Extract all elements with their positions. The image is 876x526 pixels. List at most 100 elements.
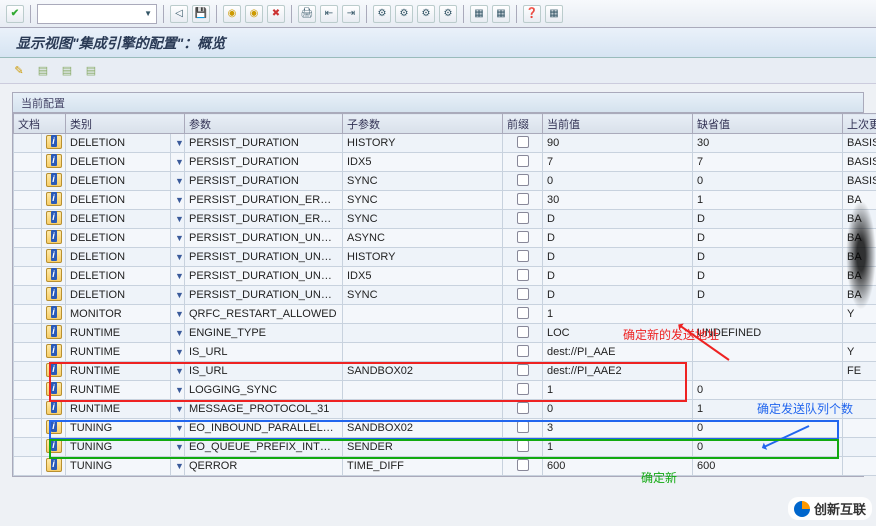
info-icon[interactable] bbox=[46, 420, 62, 434]
close-icon[interactable]: ✖ bbox=[267, 5, 285, 23]
sub-cell[interactable]: SANDBOX02 bbox=[343, 362, 503, 381]
doc-cell[interactable] bbox=[14, 229, 42, 248]
checkbox[interactable] bbox=[517, 231, 529, 243]
last-cell[interactable] bbox=[843, 381, 876, 400]
param-cell[interactable]: PERSIST_DURATION_UN… bbox=[185, 229, 343, 248]
doc-cell[interactable] bbox=[14, 210, 42, 229]
last-cell[interactable] bbox=[843, 457, 876, 476]
table-row[interactable]: TUNING▼EO_QUEUE_PREFIX_INT…SENDER10 bbox=[14, 438, 876, 457]
sub-cell[interactable]: HISTORY bbox=[343, 134, 503, 153]
col-sub[interactable]: 子参数 bbox=[343, 114, 503, 134]
doc-cell[interactable] bbox=[14, 153, 42, 172]
table-row[interactable]: RUNTIME▼MESSAGE_PROTOCOL_3101 bbox=[14, 400, 876, 419]
sub-cell[interactable]: SYNC bbox=[343, 172, 503, 191]
print-icon[interactable]: 🖨 bbox=[298, 5, 316, 23]
def-cell[interactable]: D bbox=[693, 267, 843, 286]
param-cell[interactable]: IS_URL bbox=[185, 362, 343, 381]
table-row[interactable]: DELETION▼PERSIST_DURATION_ER…SYNC301BA bbox=[14, 191, 876, 210]
cat-cell[interactable]: DELETION bbox=[66, 153, 171, 172]
cur-cell[interactable]: D bbox=[543, 248, 693, 267]
back-icon[interactable]: ◁ bbox=[170, 5, 188, 23]
info-cell[interactable] bbox=[42, 343, 66, 362]
table-row[interactable]: RUNTIME▼IS_URLSANDBOX02dest://PI_AAE2FE bbox=[14, 362, 876, 381]
layout-icon[interactable]: ▦ bbox=[470, 5, 488, 23]
def-cell[interactable]: 0 bbox=[693, 172, 843, 191]
pref-cell[interactable] bbox=[503, 381, 543, 400]
param-cell[interactable]: QRFC_RESTART_ALLOWED bbox=[185, 305, 343, 324]
cat-cell[interactable]: RUNTIME bbox=[66, 362, 171, 381]
cur-cell[interactable]: dest://PI_AAE bbox=[543, 343, 693, 362]
dropdown-cell[interactable]: ▼ bbox=[171, 267, 185, 286]
col-param[interactable]: 参数 bbox=[185, 114, 343, 134]
display-icon[interactable]: ▤ bbox=[34, 62, 52, 80]
table-row[interactable]: TUNING▼QERRORTIME_DIFF600600 bbox=[14, 457, 876, 476]
def-cell[interactable]: D bbox=[693, 229, 843, 248]
table-row[interactable]: DELETION▼PERSIST_DURATION_UN…ASYNCDDBA bbox=[14, 229, 876, 248]
chevron-down-icon[interactable]: ▼ bbox=[175, 328, 184, 338]
param-cell[interactable]: ENGINE_TYPE bbox=[185, 324, 343, 343]
info-icon[interactable] bbox=[46, 325, 62, 339]
sub-cell[interactable] bbox=[343, 381, 503, 400]
doc-cell[interactable] bbox=[14, 362, 42, 381]
table-row[interactable]: DELETION▼PERSIST_DURATION_UN…SYNCDDBA bbox=[14, 286, 876, 305]
table-row[interactable]: DELETION▼PERSIST_DURATIONHISTORY9030BASI… bbox=[14, 134, 876, 153]
edit-icon[interactable]: ✎ bbox=[10, 62, 28, 80]
sub-cell[interactable]: TIME_DIFF bbox=[343, 457, 503, 476]
info-icon[interactable] bbox=[46, 249, 62, 263]
cat-cell[interactable]: DELETION bbox=[66, 267, 171, 286]
doc-cell[interactable] bbox=[14, 267, 42, 286]
last-cell[interactable]: BASIS bbox=[843, 153, 876, 172]
info-cell[interactable] bbox=[42, 324, 66, 343]
table-row[interactable]: RUNTIME▼ENGINE_TYPELOCUNDEFINED bbox=[14, 324, 876, 343]
table-row[interactable]: DELETION▼PERSIST_DURATION_UN…IDX5DDBA bbox=[14, 267, 876, 286]
table-row[interactable]: RUNTIME▼IS_URLdest://PI_AAEY bbox=[14, 343, 876, 362]
sub-cell[interactable]: SYNC bbox=[343, 210, 503, 229]
checkbox[interactable] bbox=[517, 383, 529, 395]
exit-icon[interactable]: ◉ bbox=[223, 5, 241, 23]
checkbox[interactable] bbox=[517, 136, 529, 148]
dropdown-cell[interactable]: ▼ bbox=[171, 419, 185, 438]
cat-cell[interactable]: DELETION bbox=[66, 286, 171, 305]
cat-cell[interactable]: DELETION bbox=[66, 172, 171, 191]
doc-cell[interactable] bbox=[14, 324, 42, 343]
dropdown-cell[interactable]: ▼ bbox=[171, 362, 185, 381]
col-pref[interactable]: 前缀 bbox=[503, 114, 543, 134]
cur-cell[interactable]: 1 bbox=[543, 438, 693, 457]
copy-icon[interactable]: ▤ bbox=[58, 62, 76, 80]
dropdown-cell[interactable]: ▼ bbox=[171, 210, 185, 229]
dropdown-cell[interactable]: ▼ bbox=[171, 229, 185, 248]
pref-cell[interactable] bbox=[503, 191, 543, 210]
checkbox[interactable] bbox=[517, 250, 529, 262]
chevron-down-icon[interactable]: ▼ bbox=[175, 366, 184, 376]
def-cell[interactable]: D bbox=[693, 210, 843, 229]
doc-cell[interactable] bbox=[14, 438, 42, 457]
def-cell[interactable]: 0 bbox=[693, 438, 843, 457]
col-cat[interactable]: 类别 bbox=[66, 114, 185, 134]
dropdown-cell[interactable]: ▼ bbox=[171, 305, 185, 324]
dropdown-cell[interactable]: ▼ bbox=[171, 191, 185, 210]
delete-icon[interactable]: ▤ bbox=[82, 62, 100, 80]
info-icon[interactable] bbox=[46, 154, 62, 168]
cur-cell[interactable]: 90 bbox=[543, 134, 693, 153]
table-row[interactable]: MONITOR▼QRFC_RESTART_ALLOWED1Y bbox=[14, 305, 876, 324]
cat-cell[interactable]: DELETION bbox=[66, 229, 171, 248]
doc-cell[interactable] bbox=[14, 400, 42, 419]
cur-cell[interactable]: D bbox=[543, 286, 693, 305]
chevron-down-icon[interactable]: ▼ bbox=[175, 290, 184, 300]
last-cell[interactable]: BASIS bbox=[843, 134, 876, 153]
param-cell[interactable]: LOGGING_SYNC bbox=[185, 381, 343, 400]
chevron-down-icon[interactable]: ▼ bbox=[175, 385, 184, 395]
info-cell[interactable] bbox=[42, 438, 66, 457]
last-cell[interactable]: BA bbox=[843, 210, 876, 229]
pref-cell[interactable] bbox=[503, 438, 543, 457]
doc-cell[interactable] bbox=[14, 134, 42, 153]
table-row[interactable]: DELETION▼PERSIST_DURATION_ER…SYNCDDBA bbox=[14, 210, 876, 229]
cur-cell[interactable]: 7 bbox=[543, 153, 693, 172]
checkbox[interactable] bbox=[517, 402, 529, 414]
doc-cell[interactable] bbox=[14, 343, 42, 362]
def-cell[interactable]: 7 bbox=[693, 153, 843, 172]
checkbox[interactable] bbox=[517, 269, 529, 281]
last-cell[interactable]: BA bbox=[843, 229, 876, 248]
sub-cell[interactable]: SANDBOX02 bbox=[343, 419, 503, 438]
info-icon[interactable] bbox=[46, 268, 62, 282]
